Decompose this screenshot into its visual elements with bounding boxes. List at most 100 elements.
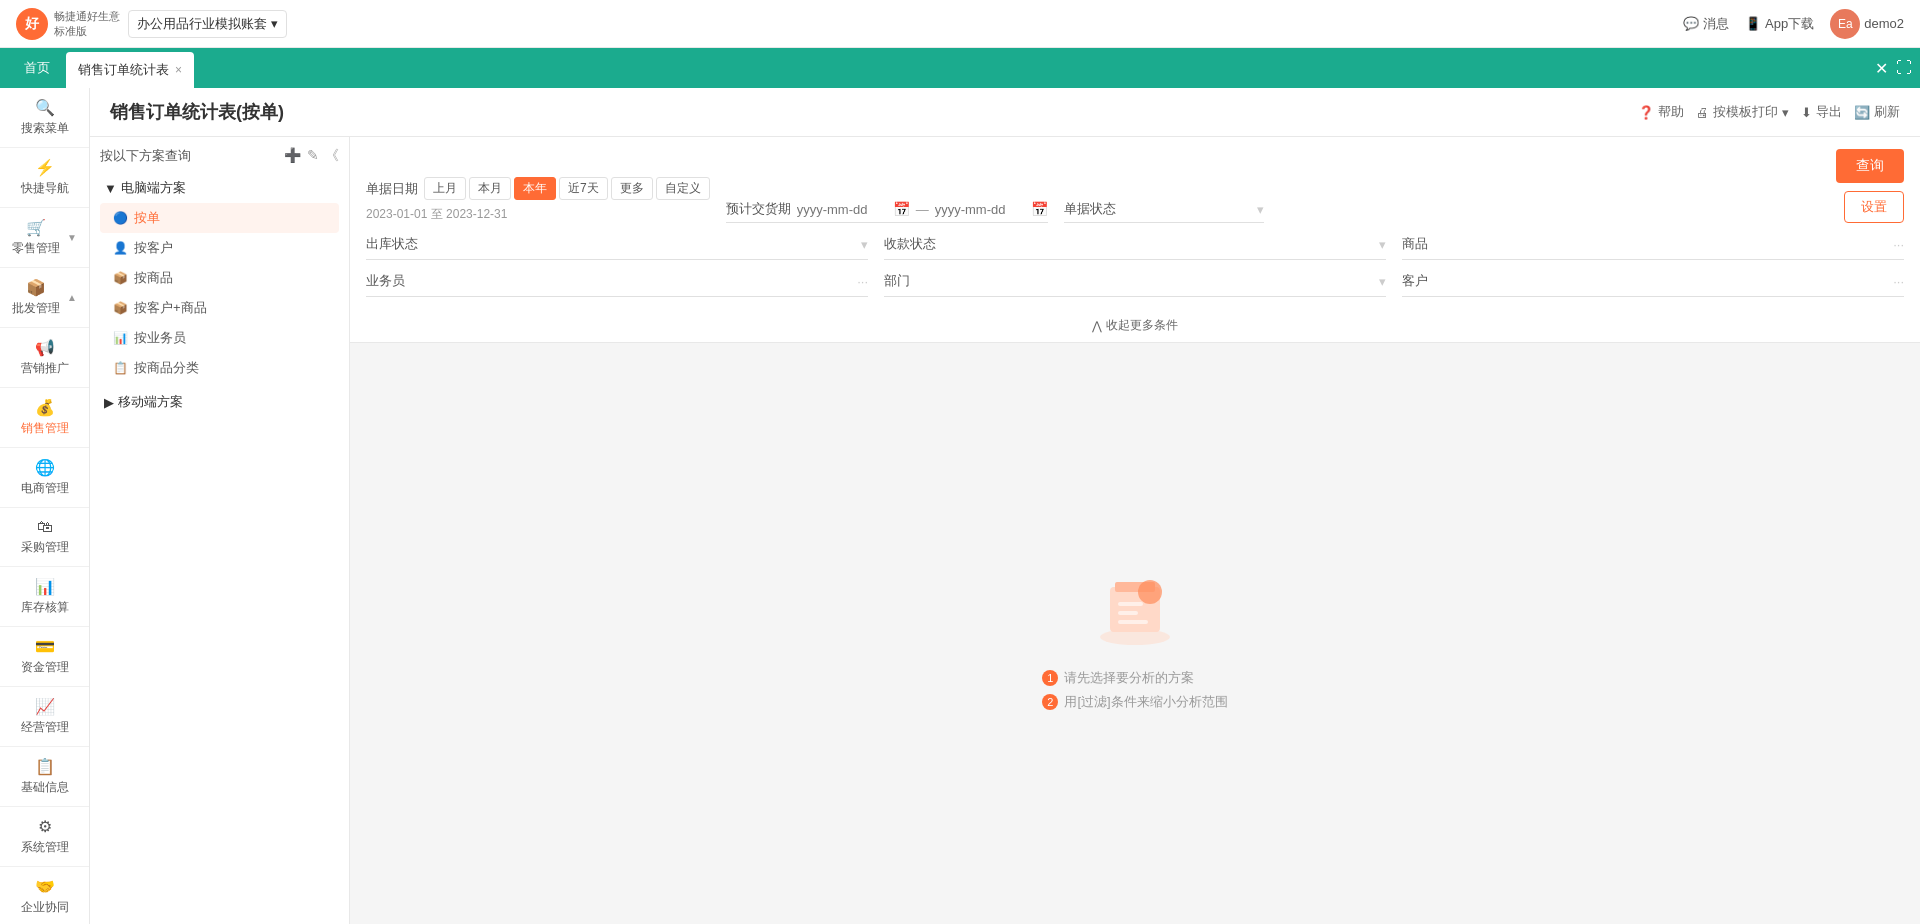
top-bar-left: 好 畅捷通好生意 标准版 办公用品行业模拟账套 ▾ (16, 8, 287, 40)
sidebar-item-sales[interactable]: 💰 销售管理 (0, 388, 89, 448)
user-menu[interactable]: Ea demo2 (1830, 9, 1904, 39)
operation-icon: 📈 (35, 697, 55, 716)
sidebar-item-basic[interactable]: 📋 基础信息 (0, 747, 89, 807)
status-label: 单据状态 (1064, 200, 1116, 218)
status-dropdown-icon: ▾ (1257, 202, 1264, 217)
query-button[interactable]: 查询 (1836, 149, 1904, 183)
mobile-schemes-group: ▶ 移动端方案 (100, 387, 339, 417)
refresh-button[interactable]: 🔄 刷新 (1854, 103, 1900, 121)
close-window-icon[interactable]: ✕ (1875, 59, 1888, 78)
sidebar-item-finance[interactable]: 💳 资金管理 (0, 627, 89, 687)
sidebar-item-inventory[interactable]: 📊 库存核算 (0, 567, 89, 627)
scheme-item-按客户+商品[interactable]: 📦 按客户+商品 (100, 293, 339, 323)
box-icon: 📦 (26, 278, 46, 297)
out-status-label: 出库状态 (366, 235, 418, 253)
scheme-按商品-icon: 📦 (112, 270, 128, 286)
scheme-actions: ➕ ✎ 《 (284, 147, 339, 165)
sidebar-item-shortcut[interactable]: ⚡ 快捷导航 (0, 148, 89, 208)
sidebar-item-operation[interactable]: 📈 经营管理 (0, 687, 89, 747)
inventory-icon: 📊 (35, 577, 55, 596)
scheme-panel-header: 按以下方案查询 ➕ ✎ 《 (100, 147, 339, 165)
sidebar-item-marketing[interactable]: 📢 营销推广 (0, 328, 89, 388)
date-filter: 单据日期 上月 本月 本年 近7天 更多 自定义 2023 (366, 177, 710, 223)
collapse-icon: ⋀ (1092, 319, 1102, 333)
pc-schemes-header[interactable]: ▼ 电脑端方案 (100, 173, 339, 203)
message-button[interactable]: 💬 消息 (1683, 15, 1729, 33)
expand-icon: ▼ (67, 232, 77, 243)
sidebar-item-wholesale[interactable]: 📦 批发管理 ▲ (0, 268, 89, 328)
scheme-item-按商品[interactable]: 📦 按商品 (100, 263, 339, 293)
logo-icon: 好 (16, 8, 48, 40)
two-col-layout: 按以下方案查询 ➕ ✎ 《 ▼ 电脑端方案 🔵 按单 (90, 137, 1920, 924)
ecommerce-icon: 🌐 (35, 458, 55, 477)
cart-icon: 🛒 (26, 218, 46, 237)
help-button[interactable]: ❓ 帮助 (1638, 103, 1684, 121)
tab-close-button[interactable]: × (175, 63, 182, 77)
empty-state: 1 请先选择要分析的方案 2 用[过滤]条件来缩小分析范围 (350, 343, 1920, 924)
expected-date-label: 预计交货期 (726, 200, 791, 218)
mobile-schemes-header[interactable]: ▶ 移动端方案 (100, 387, 339, 417)
add-scheme-button[interactable]: ➕ (284, 147, 301, 165)
scheme-item-按单[interactable]: 🔵 按单 (100, 203, 339, 233)
print-dropdown-icon: ▾ (1782, 105, 1789, 120)
sidebar-item-retail[interactable]: 🛒 零售管理 ▼ (0, 208, 89, 268)
dept-select[interactable]: ▾ (918, 274, 1386, 289)
tab-home[interactable]: 首页 (8, 48, 66, 88)
calendar-icon-from[interactable]: 📅 (893, 201, 910, 217)
logo-area: 好 畅捷通好生意 标准版 (16, 8, 120, 40)
date-btn-more[interactable]: 更多 (611, 177, 653, 200)
out-status-arrow: ▾ (861, 237, 868, 252)
date-btn-custom[interactable]: 自定义 (656, 177, 710, 200)
top-bar-right: 💬 消息 📱 App下载 Ea demo2 (1683, 9, 1904, 39)
maximize-icon[interactable]: ⛶ (1896, 59, 1912, 77)
export-button[interactable]: ⬇ 导出 (1801, 103, 1842, 121)
scheme-item-按商品分类[interactable]: 📋 按商品分类 (100, 353, 339, 383)
header-actions: ❓ 帮助 🖨 按模板打印 ▾ ⬇ 导出 🔄 刷新 (1638, 103, 1900, 121)
filter-section: 单据日期 上月 本月 本年 近7天 更多 自定义 2023 (350, 137, 1920, 309)
chevron-down-icon: ▾ (271, 16, 278, 31)
sidebar-item-purchase[interactable]: 🛍 采购管理 (0, 508, 89, 567)
dept-arrow: ▾ (1379, 274, 1386, 289)
calendar-icon-to[interactable]: 📅 (1031, 201, 1048, 217)
date-btn-this-year[interactable]: 本年 (514, 177, 556, 200)
expected-date-to-input[interactable] (935, 202, 1025, 217)
scheme-按商品分类-icon: 📋 (112, 360, 128, 376)
lightning-icon: ⚡ (35, 158, 55, 177)
edit-scheme-button[interactable]: ✎ (307, 147, 319, 165)
print-button[interactable]: 🖨 按模板打印 ▾ (1696, 103, 1789, 121)
status-select[interactable]: ▾ (1122, 202, 1264, 217)
dept-label: 部门 (884, 272, 910, 290)
date-btn-this-month[interactable]: 本月 (469, 177, 511, 200)
gear-icon: ⚙ (38, 817, 52, 836)
scheme-item-按业务员[interactable]: 📊 按业务员 (100, 323, 339, 353)
svg-rect-6 (1118, 620, 1148, 624)
sidebar-item-enterprise[interactable]: 🤝 企业协同 (0, 867, 89, 924)
sidebar-item-system[interactable]: ⚙ 系统管理 (0, 807, 89, 867)
customer-label: 客户 (1402, 272, 1428, 290)
goods-ellipsis[interactable]: ··· (1893, 237, 1904, 252)
collapse-scheme-button[interactable]: 《 (325, 147, 339, 165)
account-selector[interactable]: 办公用品行业模拟账套 ▾ (128, 10, 287, 38)
tab-bar: 首页 销售订单统计表 × ✕ ⛶ (0, 48, 1920, 88)
svg-rect-5 (1118, 611, 1138, 615)
collapse-bar[interactable]: ⋀ 收起更多条件 (350, 309, 1920, 343)
finance-icon: 💳 (35, 637, 55, 656)
scheme-item-按客户[interactable]: 👤 按客户 (100, 233, 339, 263)
date-btn-last-month[interactable]: 上月 (424, 177, 466, 200)
app-download-button[interactable]: 📱 App下载 (1745, 15, 1814, 33)
date-btn-last7[interactable]: 近7天 (559, 177, 608, 200)
out-status-select[interactable]: ▾ (426, 237, 868, 252)
date-separator: — (916, 202, 929, 217)
settings-button[interactable]: 设置 (1844, 191, 1904, 223)
sidebar-item-search[interactable]: 🔍 搜索菜单 (0, 88, 89, 148)
sidebar-item-ecommerce[interactable]: 🌐 电商管理 (0, 448, 89, 508)
customer-field: 客户 ··· (1402, 272, 1904, 297)
svg-rect-4 (1118, 602, 1143, 606)
customer-ellipsis[interactable]: ··· (1893, 274, 1904, 289)
tab-active[interactable]: 销售订单统计表 × (66, 52, 194, 88)
tab-bar-right: ✕ ⛶ (1875, 59, 1912, 78)
expected-date-from-input[interactable] (797, 202, 887, 217)
content-area: 销售订单统计表(按单) ❓ 帮助 🖨 按模板打印 ▾ ⬇ 导出 🔄 刷新 (90, 88, 1920, 924)
pay-status-select[interactable]: ▾ (944, 237, 1386, 252)
business-ellipsis[interactable]: ··· (857, 274, 868, 289)
